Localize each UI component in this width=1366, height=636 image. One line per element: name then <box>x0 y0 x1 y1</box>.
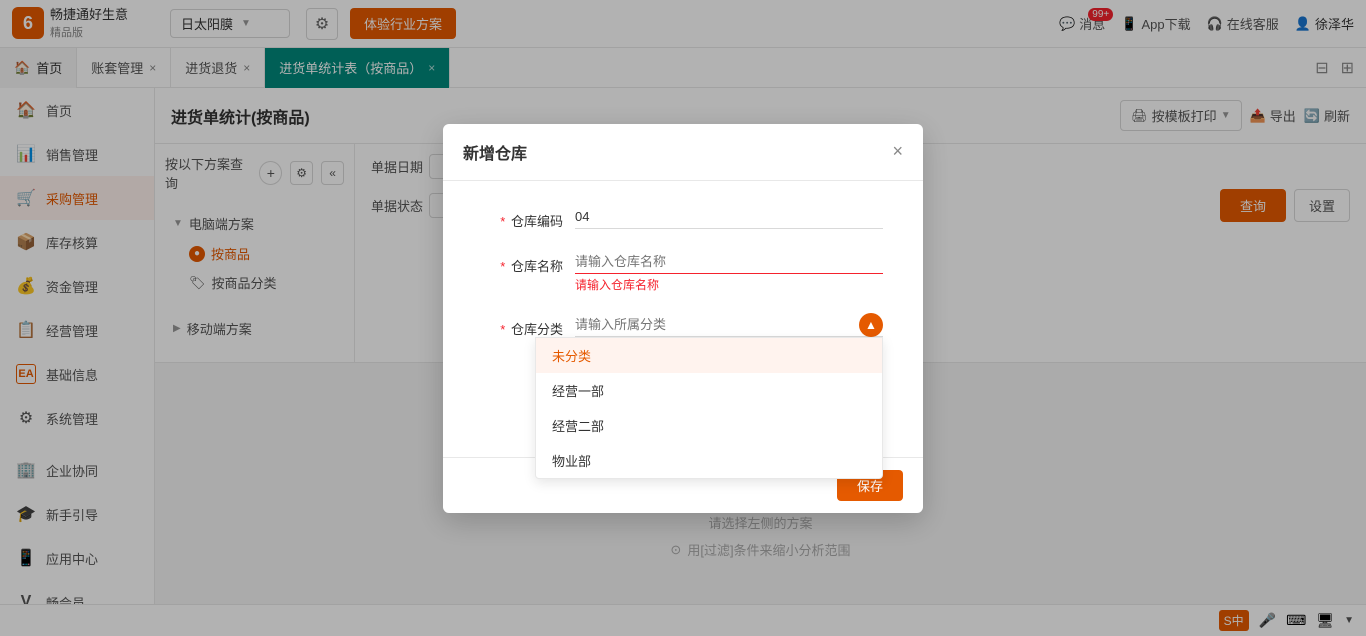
dialog-header: 新增仓库 × <box>443 124 923 181</box>
new-warehouse-dialog: 新增仓库 × * 仓库编码 * 仓库名称 <box>443 124 923 513</box>
dropdown-item-uncategorized[interactable]: 未分类 <box>536 338 882 373</box>
category-control: ▲ 未分类 经营一部 经营二部 物业部 <box>575 313 883 337</box>
name-label: * 仓库名称 <box>483 250 563 275</box>
name-control: 请输入仓库名称 <box>575 250 883 293</box>
required-star-3: * <box>500 322 505 337</box>
dialog-title: 新增仓库 <box>463 140 527 164</box>
dropdown-item-dept2[interactable]: 经营二部 <box>536 408 882 443</box>
code-input[interactable] <box>575 205 883 229</box>
name-form-row: * 仓库名称 请输入仓库名称 <box>483 250 883 293</box>
dialog-close-button[interactable]: × <box>892 141 903 162</box>
modal-overlay: 新增仓库 × * 仓库编码 * 仓库名称 <box>0 0 1366 636</box>
required-star-2: * <box>500 259 505 274</box>
category-label: * 仓库分类 <box>483 313 563 338</box>
dialog-body: * 仓库编码 * 仓库名称 请输入仓库名称 <box>443 181 923 457</box>
code-label: * 仓库编码 <box>483 205 563 230</box>
dropdown-item-dept1[interactable]: 经营一部 <box>536 373 882 408</box>
category-dropdown: 未分类 经营一部 经营二部 物业部 <box>535 337 883 479</box>
dropdown-item-dept3[interactable]: 物业部 <box>536 443 882 478</box>
category-arrow-button[interactable]: ▲ <box>859 313 883 337</box>
name-error-message: 请输入仓库名称 <box>575 276 883 293</box>
code-control <box>575 205 883 229</box>
name-input[interactable] <box>575 250 883 274</box>
required-star: * <box>500 214 505 229</box>
category-input[interactable] <box>575 313 883 337</box>
code-form-row: * 仓库编码 <box>483 205 883 230</box>
category-form-row: * 仓库分类 ▲ 未分类 经营一部 经营二部 物业部 <box>483 313 883 338</box>
